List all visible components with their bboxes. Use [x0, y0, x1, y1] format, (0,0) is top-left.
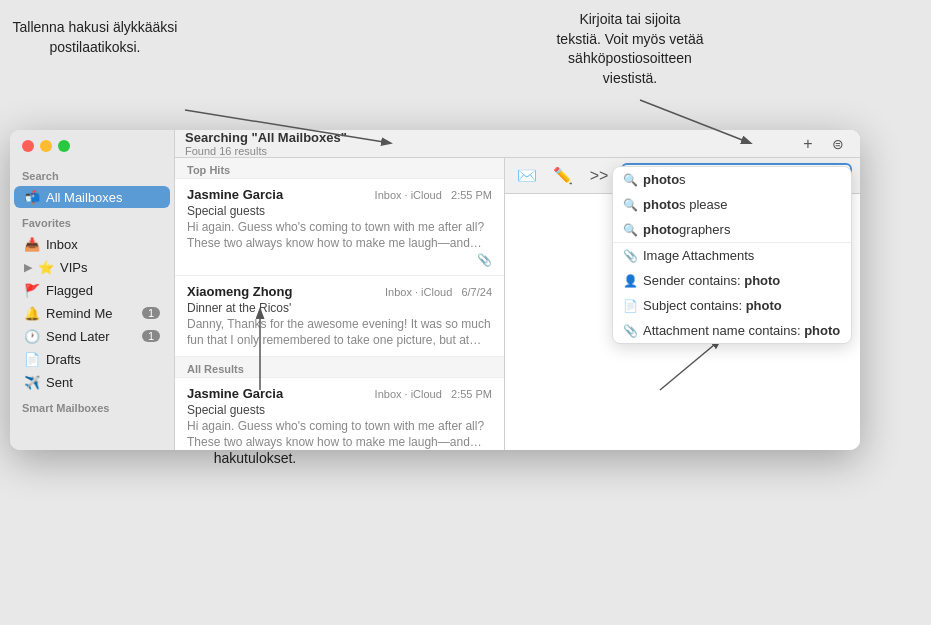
attachment-icon: 📎 — [477, 253, 492, 267]
attachment-filter-icon: 📎 — [623, 249, 637, 263]
attachment-name-filter-icon: 📎 — [623, 324, 637, 338]
autocomplete-item-photographers[interactable]: 🔍 photographers — [613, 217, 851, 242]
email-row[interactable]: Jasmine Garcia Inbox · iCloud 2:55 PM Sp… — [175, 179, 504, 276]
email-row[interactable]: Jasmine Garcia Inbox · iCloud 2:55 PM Sp… — [175, 378, 504, 450]
favorites-section-label: Favorites — [10, 209, 174, 232]
section-header-top-hits: Top Hits — [175, 158, 504, 179]
sent-icon: ✈️ — [24, 374, 40, 390]
autocomplete-item-subject-contains[interactable]: 📄 Subject contains: photo — [613, 293, 851, 318]
inbox-icon: 📥 — [24, 236, 40, 252]
smart-mailboxes-label: Smart Mailboxes — [10, 394, 174, 417]
sidebar-item-drafts[interactable]: 📄 Drafts — [14, 348, 170, 370]
mail-window: Search 📬 All Mailboxes Favorites 📥 Inbox… — [10, 130, 860, 450]
email-preview: Danny, Thanks for the awesome evening! I… — [187, 317, 492, 348]
email-meta: Inbox · iCloud 2:55 PM — [375, 388, 492, 400]
autocomplete-item-image-attachments[interactable]: 📎 Image Attachments — [613, 243, 851, 268]
toolbar-title-area: Searching "All Mailboxes" Found 16 resul… — [185, 130, 790, 157]
drafts-icon: 📄 — [24, 351, 40, 367]
sidebar: Search 📬 All Mailboxes Favorites 📥 Inbox… — [10, 130, 175, 450]
flagged-icon: 🚩 — [24, 282, 40, 298]
compose-icon-button[interactable]: ✉️ — [513, 164, 541, 188]
email-meta: Inbox · iCloud 2:55 PM — [375, 189, 492, 201]
right-panel-header: ✉️ ✏️ >> 🔍 ✕ 🔍 photos — [505, 158, 860, 194]
more-icon-button[interactable]: >> — [585, 164, 613, 188]
sidebar-item-remind-me[interactable]: 🔔 Remind Me 1 — [14, 302, 170, 324]
autocomplete-item-photos[interactable]: 🔍 photos — [613, 167, 851, 192]
maximize-button[interactable] — [58, 140, 70, 152]
autocomplete-item-photos-please[interactable]: 🔍 photos please — [613, 192, 851, 217]
sidebar-item-sent[interactable]: ✈️ Sent — [14, 371, 170, 393]
email-preview: Hi again. Guess who's coming to town wit… — [187, 419, 492, 450]
email-meta: Inbox · iCloud 6/7/24 — [385, 286, 492, 298]
search-autocomplete: 🔍 photos 🔍 photos please 🔍 photographers — [612, 166, 852, 344]
sidebar-item-send-later[interactable]: 🕐 Send Later 1 — [14, 325, 170, 347]
search-icon: 🔍 — [623, 223, 637, 237]
remind-me-icon: 🔔 — [24, 305, 40, 321]
search-section-label: Search — [10, 162, 174, 185]
email-sender: Jasmine Garcia — [187, 386, 283, 401]
right-panel: ✉️ ✏️ >> 🔍 ✕ 🔍 photos — [505, 158, 860, 450]
subject-filter-icon: 📄 — [623, 299, 637, 313]
send-later-icon: 🕐 — [24, 328, 40, 344]
vip-star-icon: ⭐ — [38, 259, 54, 275]
callout-top-right: Kirjoita tai sijoita tekstiä. Voit myös … — [530, 10, 730, 88]
search-subtitle: Found 16 results — [185, 145, 790, 157]
edit-icon-button[interactable]: ✏️ — [549, 164, 577, 188]
new-mailbox-button[interactable]: + — [796, 132, 820, 156]
main-content: Searching "All Mailboxes" Found 16 resul… — [175, 130, 860, 450]
minimize-button[interactable] — [40, 140, 52, 152]
window-controls — [22, 140, 70, 152]
email-row[interactable]: Xiaomeng Zhong Inbox · iCloud 6/7/24 Din… — [175, 276, 504, 357]
email-list: Top Hits Jasmine Garcia Inbox · iCloud 2… — [175, 158, 505, 450]
sender-filter-icon: 👤 — [623, 274, 637, 288]
email-row-header: Jasmine Garcia Inbox · iCloud 2:55 PM — [187, 187, 492, 202]
content-split: Top Hits Jasmine Garcia Inbox · iCloud 2… — [175, 158, 860, 450]
email-subject: Special guests — [187, 403, 492, 417]
autocomplete-item-attachment-name-contains[interactable]: 📎 Attachment name contains: photo — [613, 318, 851, 343]
sidebar-item-all-mailboxes[interactable]: 📬 All Mailboxes — [14, 186, 170, 208]
search-icon: 🔍 — [623, 198, 637, 212]
filter-button[interactable]: ⊜ — [826, 132, 850, 156]
search-icon: 🔍 — [623, 173, 637, 187]
email-row-header: Jasmine Garcia Inbox · iCloud 2:55 PM — [187, 386, 492, 401]
sidebar-item-inbox[interactable]: 📥 Inbox — [14, 233, 170, 255]
email-preview: Hi again. Guess who's coming to town wit… — [187, 220, 492, 251]
email-list-toolbar: Searching "All Mailboxes" Found 16 resul… — [175, 130, 860, 158]
close-button[interactable] — [22, 140, 34, 152]
autocomplete-item-sender-contains[interactable]: 👤 Sender contains: photo — [613, 268, 851, 293]
chevron-right-icon: ▶ — [24, 261, 32, 274]
email-sender: Jasmine Garcia — [187, 187, 283, 202]
email-subject: Dinner at the Ricos' — [187, 301, 492, 315]
search-title: Searching "All Mailboxes" — [185, 130, 790, 145]
callout-top-left: Tallenna hakusi älykkääksi postilaatikok… — [10, 18, 180, 57]
email-subject: Special guests — [187, 204, 492, 218]
email-sender: Xiaomeng Zhong — [187, 284, 292, 299]
mailbox-icon: 📬 — [24, 189, 40, 205]
sidebar-item-flagged[interactable]: 🚩 Flagged — [14, 279, 170, 301]
sidebar-item-vips[interactable]: ▶ ⭐ VIPs — [14, 256, 170, 278]
section-header-all-results: All Results — [175, 357, 504, 378]
email-row-header: Xiaomeng Zhong Inbox · iCloud 6/7/24 — [187, 284, 492, 299]
